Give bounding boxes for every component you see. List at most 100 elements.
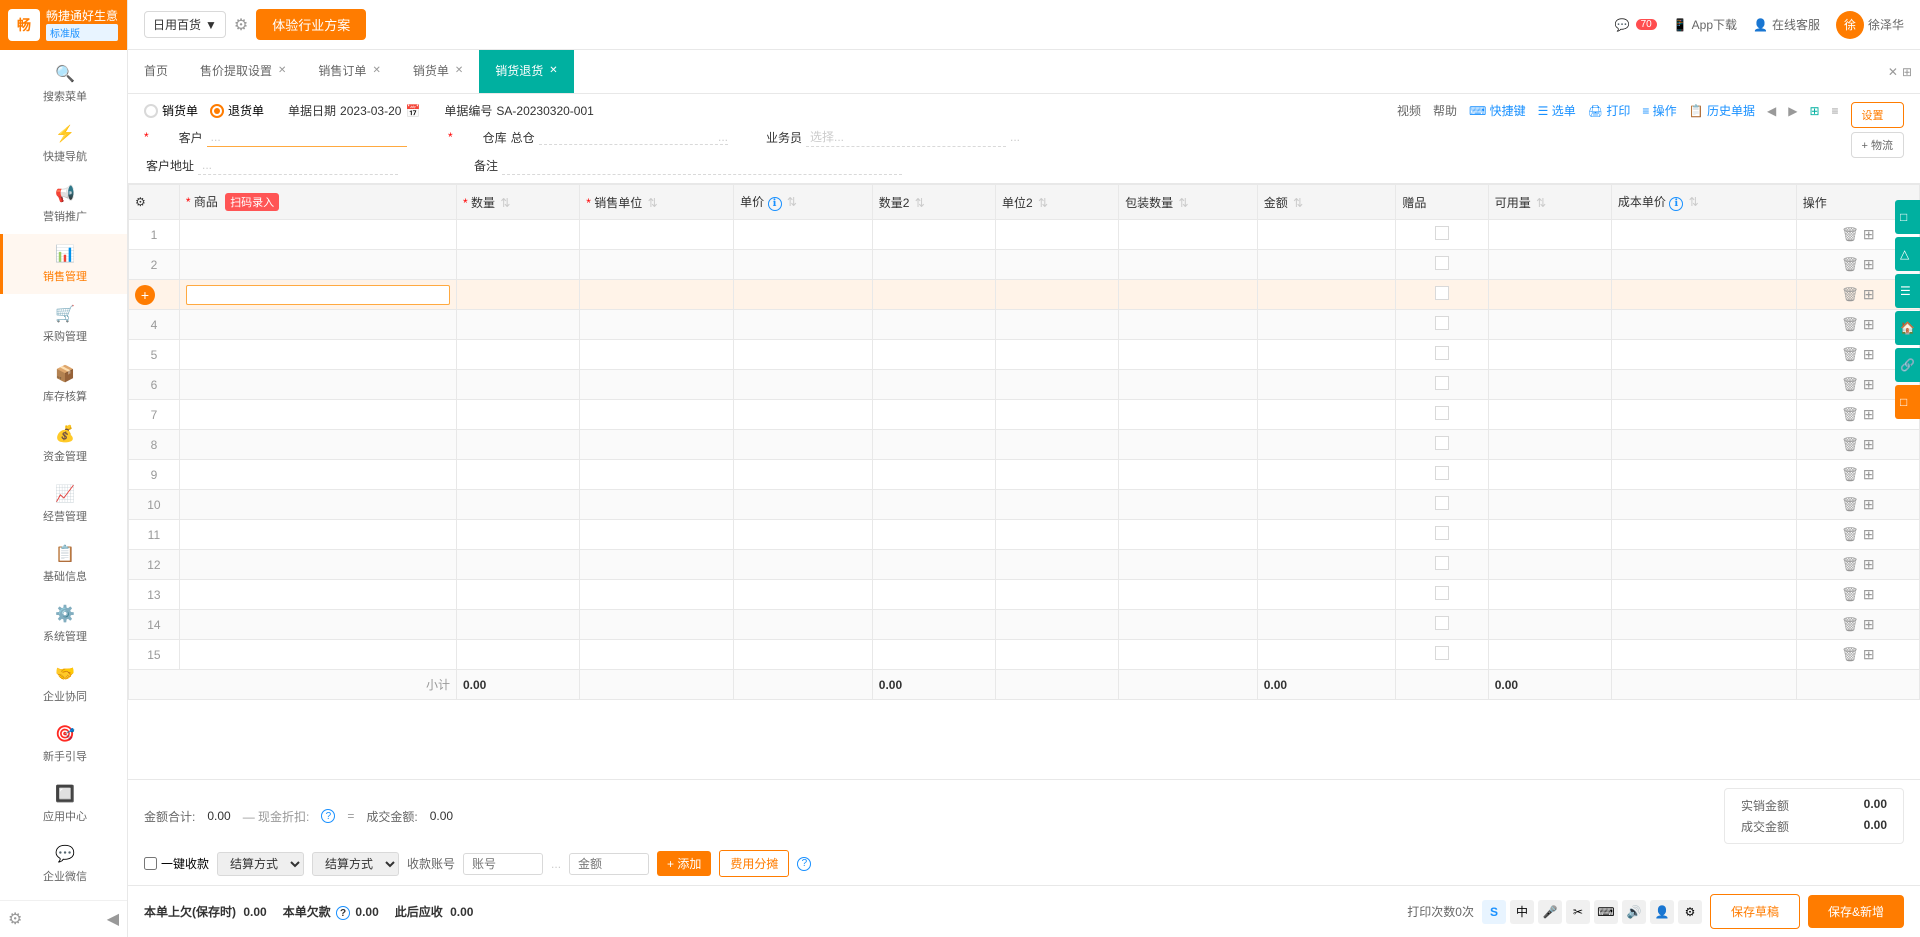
- unit-cell-14[interactable]: [580, 610, 734, 640]
- single-debt-info-icon[interactable]: ?: [336, 906, 350, 920]
- remark-input[interactable]: [502, 155, 902, 175]
- gift-cell-8[interactable]: [1396, 430, 1488, 460]
- sidebar-item-purchase[interactable]: 🛒 采购管理: [0, 294, 127, 354]
- unit2-cell-4[interactable]: [995, 310, 1118, 340]
- unit2-cell-15[interactable]: [995, 640, 1118, 670]
- qty2-cell-9[interactable]: [872, 460, 995, 490]
- gift-checkbox-7[interactable]: [1435, 406, 1449, 420]
- amount-cell-6[interactable]: [1257, 370, 1396, 400]
- avail-cell-2[interactable]: [1488, 250, 1611, 280]
- price-sort-icon[interactable]: ⇅: [787, 195, 797, 209]
- cost-cell-9[interactable]: [1611, 460, 1796, 490]
- qty2-cell-10[interactable]: [872, 490, 995, 520]
- row-delete-btn-4[interactable]: 🗑: [1841, 316, 1859, 333]
- qty-cell-1[interactable]: [457, 220, 580, 250]
- avail-cell-4[interactable]: [1488, 310, 1611, 340]
- pkg-cell-9[interactable]: [1119, 460, 1258, 490]
- breadcrumb-select[interactable]: 日用百货 ▼: [144, 11, 226, 38]
- unit2-cell-11[interactable]: [995, 520, 1118, 550]
- avail-cell-11[interactable]: [1488, 520, 1611, 550]
- product-cell-4[interactable]: [179, 310, 456, 340]
- row-delete-btn-12[interactable]: 🗑: [1841, 556, 1859, 573]
- product-cell-8[interactable]: [179, 430, 456, 460]
- add-btn[interactable]: + 添加: [657, 851, 711, 876]
- gift-cell-5[interactable]: [1396, 340, 1488, 370]
- customer-input[interactable]: ...: [207, 127, 407, 147]
- cost-cell-5[interactable]: [1611, 340, 1796, 370]
- gift-cell-11[interactable]: [1396, 520, 1488, 550]
- float-btn-5[interactable]: 🔗: [1895, 348, 1920, 382]
- qty-cell-8[interactable]: [457, 430, 580, 460]
- cost-cell-6[interactable]: [1611, 370, 1796, 400]
- qty-cell-4[interactable]: [457, 310, 580, 340]
- amount-cell-15[interactable]: [1257, 640, 1396, 670]
- qty2-cell-8[interactable]: [872, 430, 995, 460]
- amount-cell-7[interactable]: [1257, 400, 1396, 430]
- price-cell-11[interactable]: [734, 520, 873, 550]
- unit2-cell-5[interactable]: [995, 340, 1118, 370]
- sales-doc-radio[interactable]: 销货单: [144, 102, 198, 119]
- sidebar-item-system[interactable]: ⚙️ 系统管理: [0, 594, 127, 654]
- discount-info-icon[interactable]: ?: [321, 809, 335, 823]
- cost-cell-13[interactable]: [1611, 580, 1796, 610]
- price-cell-15[interactable]: [734, 640, 873, 670]
- gift-cell-4[interactable]: [1396, 310, 1488, 340]
- operation-btn[interactable]: ≡ 操作: [1642, 102, 1676, 119]
- qty2-cell-2[interactable]: [872, 250, 995, 280]
- avail-cell-9[interactable]: [1488, 460, 1611, 490]
- unit-cell-4[interactable]: [580, 310, 734, 340]
- gift-checkbox-9[interactable]: [1435, 466, 1449, 480]
- amount-cell-9[interactable]: [1257, 460, 1396, 490]
- qty2-cell-11[interactable]: [872, 520, 995, 550]
- gift-checkbox-13[interactable]: [1435, 586, 1449, 600]
- unit2-cell-9[interactable]: [995, 460, 1118, 490]
- grid-view-icon[interactable]: ⊞: [1809, 104, 1819, 118]
- unit-cell-1[interactable]: [580, 220, 734, 250]
- amount-input[interactable]: [569, 853, 649, 875]
- amount-cell-8[interactable]: [1257, 430, 1396, 460]
- unit-cell-9[interactable]: [580, 460, 734, 490]
- gift-checkbox-8[interactable]: [1435, 436, 1449, 450]
- user-item[interactable]: 徐 徐泽华: [1836, 11, 1904, 39]
- split-info-icon[interactable]: ?: [797, 857, 811, 871]
- tab-sales-delivery-close[interactable]: ✕: [455, 65, 463, 76]
- cost-cell-8[interactable]: [1611, 430, 1796, 460]
- avail-cell-10[interactable]: [1488, 490, 1611, 520]
- gift-cell-1[interactable]: [1396, 220, 1488, 250]
- product-cell-14[interactable]: [179, 610, 456, 640]
- qty2-cell-15[interactable]: [872, 640, 995, 670]
- row-delete-btn-11[interactable]: 🗑: [1841, 526, 1859, 543]
- price-cell-3[interactable]: [734, 280, 873, 310]
- row-delete-btn-9[interactable]: 🗑: [1841, 466, 1859, 483]
- row-copy-btn-8[interactable]: ⊞: [1863, 436, 1875, 453]
- avail-cell-6[interactable]: [1488, 370, 1611, 400]
- sidebar-item-inventory[interactable]: 📦 库存核算: [0, 354, 127, 414]
- sys-icon-4[interactable]: ✂: [1566, 900, 1590, 924]
- online-service-item[interactable]: 👤 在线客服: [1753, 16, 1820, 33]
- pkg-cell-13[interactable]: [1119, 580, 1258, 610]
- gift-checkbox-6[interactable]: [1435, 376, 1449, 390]
- gift-cell-10[interactable]: [1396, 490, 1488, 520]
- sidebar-collapse-icon[interactable]: ◀: [107, 909, 119, 929]
- cost-cell-1[interactable]: [1611, 220, 1796, 250]
- tab-home[interactable]: 首页: [128, 50, 184, 93]
- row-copy-btn-6[interactable]: ⊞: [1863, 376, 1875, 393]
- gift-cell-3[interactable]: [1396, 280, 1488, 310]
- settings-btn[interactable]: 设置: [1851, 102, 1904, 128]
- sidebar-item-shortcut[interactable]: ⚡ 快捷导航: [0, 114, 127, 174]
- qty-cell-9[interactable]: [457, 460, 580, 490]
- sidebar-item-newbie[interactable]: 🎯 新手引导: [0, 714, 127, 774]
- gift-checkbox-3[interactable]: [1435, 286, 1449, 300]
- row-copy-btn-5[interactable]: ⊞: [1863, 346, 1875, 363]
- amount-sort-icon[interactable]: ⇅: [1293, 196, 1303, 210]
- sidebar-item-basic[interactable]: 📋 基础信息: [0, 534, 127, 594]
- cost-cell-10[interactable]: [1611, 490, 1796, 520]
- history-btn[interactable]: 📋 历史单据: [1689, 102, 1755, 119]
- experience-btn[interactable]: 体验行业方案: [256, 9, 366, 40]
- unit-cell-11[interactable]: [580, 520, 734, 550]
- row-delete-btn-8[interactable]: 🗑: [1841, 436, 1859, 453]
- float-btn-3[interactable]: ☰: [1895, 274, 1920, 308]
- tab-sales-order[interactable]: 销售订单 ✕: [302, 50, 396, 93]
- sidebar-item-sales[interactable]: 📊 销售管理: [0, 234, 127, 294]
- gift-checkbox-10[interactable]: [1435, 496, 1449, 510]
